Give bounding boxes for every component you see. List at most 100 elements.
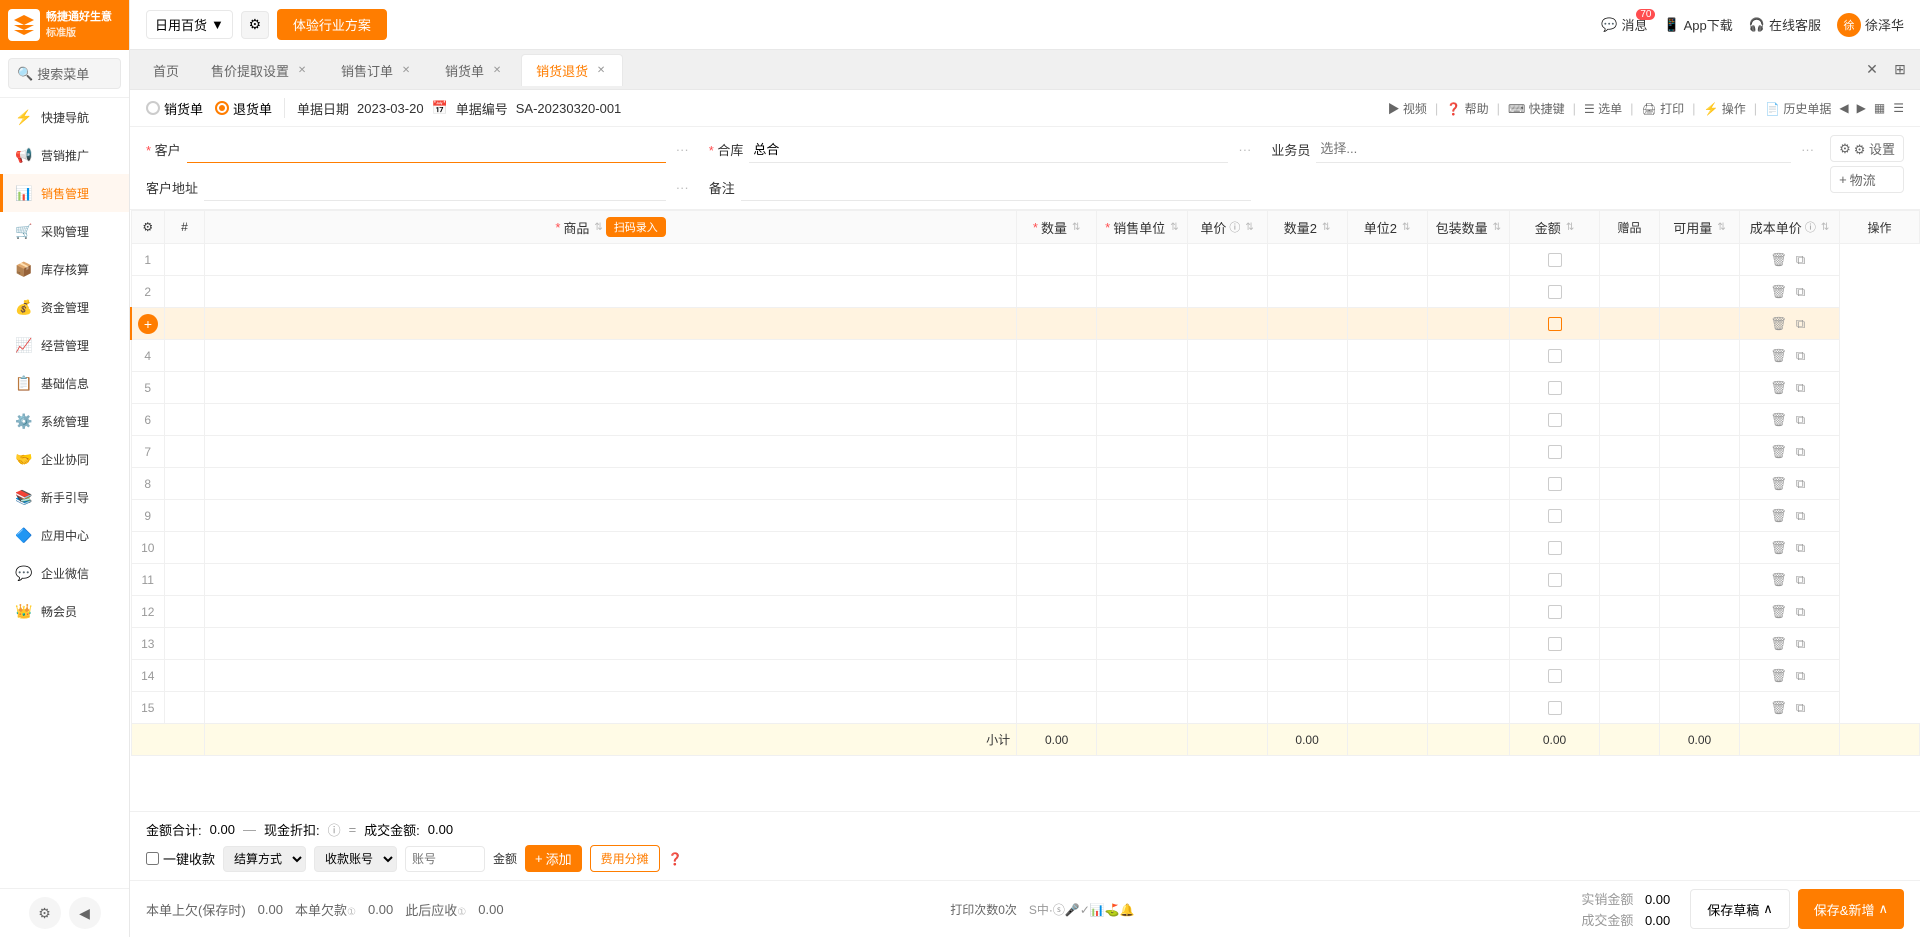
- copy-icon[interactable]: ⧉: [1792, 507, 1810, 525]
- tab-sales-return[interactable]: 销货退货 ✕: [521, 54, 623, 86]
- cost-cell-active[interactable]: [1660, 308, 1740, 340]
- history-btn[interactable]: 📄 历史单据: [1765, 100, 1831, 117]
- radio-return[interactable]: 退货单: [215, 99, 272, 118]
- unit-cell[interactable]: [1017, 276, 1097, 308]
- note-input[interactable]: [741, 173, 1252, 201]
- gift-checkbox[interactable]: [1548, 541, 1562, 555]
- qty-cell[interactable]: [205, 276, 1017, 308]
- price-cell[interactable]: [1097, 276, 1187, 308]
- copy-icon[interactable]: ⧉: [1792, 699, 1810, 717]
- sidebar-item-member[interactable]: 👑 畅会员: [0, 592, 129, 630]
- delete-icon[interactable]: 🗑: [1770, 539, 1788, 557]
- unit2-cell[interactable]: [1267, 244, 1347, 276]
- next-record-btn[interactable]: ▶: [1857, 101, 1866, 115]
- sidebar-item-basic[interactable]: 📋 基础信息: [0, 364, 129, 402]
- scan-input-button[interactable]: 扫码录入: [606, 217, 666, 237]
- print-btn[interactable]: 🖨 打印: [1642, 100, 1685, 117]
- copy-icon[interactable]: ⧉: [1792, 443, 1810, 461]
- pkg-sort-icon[interactable]: ⇅: [1493, 222, 1501, 233]
- unit2-cell-active[interactable]: [1267, 308, 1347, 340]
- customer-input[interactable]: [187, 135, 666, 163]
- expand-tab-button[interactable]: ⊞: [1888, 58, 1912, 82]
- collapse-sidebar-button[interactable]: ◀: [69, 897, 101, 929]
- help-icon[interactable]: ⓘ: [328, 820, 341, 839]
- unit2-sort-icon[interactable]: ⇅: [1402, 222, 1410, 233]
- sidebar-item-appstore[interactable]: 🔷 应用中心: [0, 516, 129, 554]
- price-info-icon[interactable]: ⓘ: [1229, 219, 1240, 235]
- qty2-cell[interactable]: [1187, 276, 1267, 308]
- qty-cell[interactable]: [205, 244, 1017, 276]
- qty-sort-icon[interactable]: ⇅: [1072, 222, 1080, 233]
- gift-checkbox[interactable]: [1548, 413, 1562, 427]
- tab-close-icon[interactable]: ✕: [490, 63, 504, 77]
- product-cell[interactable]: [165, 244, 205, 276]
- gift-checkbox[interactable]: [1548, 509, 1562, 523]
- sidebar-item-marketing[interactable]: 📢 营销推广: [0, 136, 129, 174]
- split-help-icon[interactable]: ❓: [668, 852, 683, 866]
- gift-cell-active[interactable]: [1510, 308, 1600, 340]
- avail-sort-icon[interactable]: ⇅: [1717, 222, 1725, 233]
- product-input-active[interactable]: [171, 317, 198, 331]
- add-payment-button[interactable]: + 添加: [525, 845, 582, 872]
- prev-record-btn[interactable]: ◀: [1839, 101, 1848, 115]
- amount-cell-active[interactable]: [1427, 308, 1509, 340]
- copy-icon[interactable]: ⧉: [1792, 539, 1810, 557]
- gift-checkbox-active[interactable]: [1548, 317, 1562, 331]
- delete-icon[interactable]: 🗑: [1770, 379, 1788, 397]
- one-click-payment-checkbox[interactable]: 一键收款: [146, 849, 215, 868]
- copy-icon[interactable]: ⧉: [1792, 475, 1810, 493]
- settings-bottom-button[interactable]: ⚙: [29, 897, 61, 929]
- sort-icon[interactable]: ⇅: [594, 222, 602, 233]
- gift-checkbox[interactable]: [1548, 477, 1562, 491]
- gift-checkbox[interactable]: [1548, 285, 1562, 299]
- notifications-button[interactable]: 💬 消息 70: [1601, 15, 1647, 34]
- delete-icon[interactable]: 🗑: [1770, 667, 1788, 685]
- save-new-button[interactable]: 保存&新增 ∧: [1798, 889, 1904, 929]
- gift-checkbox[interactable]: [1548, 445, 1562, 459]
- app-download-button[interactable]: 📱 App下载: [1663, 15, 1732, 34]
- shortcut-btn[interactable]: ⌨ 快捷键: [1508, 100, 1565, 117]
- qty2-cell-active[interactable]: [1187, 308, 1267, 340]
- salesperson-input[interactable]: [1316, 135, 1791, 163]
- gift-checkbox[interactable]: [1548, 669, 1562, 683]
- cost-cell[interactable]: [1660, 244, 1740, 276]
- copy-icon[interactable]: ⧉: [1792, 411, 1810, 429]
- gift-checkbox[interactable]: [1548, 573, 1562, 587]
- delete-icon[interactable]: 🗑: [1770, 347, 1788, 365]
- tab-close-icon[interactable]: ✕: [399, 63, 413, 77]
- price-cell-active[interactable]: [1097, 308, 1187, 340]
- cost-sort-icon[interactable]: ⇅: [1821, 222, 1829, 233]
- account-select[interactable]: 收款账号: [314, 846, 397, 872]
- gift-cell[interactable]: [1510, 244, 1600, 276]
- tab-close-icon[interactable]: ✕: [594, 63, 608, 77]
- gift-checkbox[interactable]: [1548, 637, 1562, 651]
- copy-icon[interactable]: ⧉: [1792, 251, 1810, 269]
- add-row-cell[interactable]: +: [131, 308, 165, 340]
- calendar-icon[interactable]: 📅: [432, 100, 448, 116]
- radio-delivery[interactable]: 销货单: [146, 99, 203, 118]
- calc-method-select[interactable]: 结算方式: [223, 846, 306, 872]
- copy-icon[interactable]: ⧉: [1792, 603, 1810, 621]
- close-tab-button[interactable]: ✕: [1860, 58, 1884, 82]
- gift-checkbox[interactable]: [1548, 349, 1562, 363]
- sidebar-item-system[interactable]: ⚙️ 系统管理: [0, 402, 129, 440]
- delete-icon[interactable]: 🗑: [1770, 283, 1788, 301]
- delete-icon[interactable]: 🗑: [1770, 251, 1788, 269]
- tab-price-setting[interactable]: 售价提取设置 ✕: [196, 54, 324, 86]
- sidebar-item-inventory[interactable]: 📦 库存核算: [0, 250, 129, 288]
- salesperson-dots[interactable]: ···: [1801, 142, 1814, 157]
- col-settings[interactable]: ⚙: [131, 211, 165, 244]
- unit-sort-icon[interactable]: ⇅: [1170, 222, 1178, 233]
- copy-icon[interactable]: ⧉: [1792, 571, 1810, 589]
- qty-cell-active[interactable]: [205, 308, 1017, 340]
- gift-checkbox[interactable]: [1548, 253, 1562, 267]
- save-draft-button[interactable]: 保存草稿 ∧: [1690, 889, 1790, 929]
- product-cell-active[interactable]: [165, 308, 205, 340]
- product-cell[interactable]: [165, 276, 205, 308]
- sidebar-item-guide[interactable]: 📚 新手引导: [0, 478, 129, 516]
- help-btn[interactable]: ❓ 帮助: [1446, 100, 1488, 117]
- grid-view-btn[interactable]: ▦: [1874, 101, 1885, 115]
- industry-selector[interactable]: 日用百货 ▼: [146, 10, 233, 39]
- gift-checkbox[interactable]: [1548, 605, 1562, 619]
- copy-icon[interactable]: ⧉: [1792, 635, 1810, 653]
